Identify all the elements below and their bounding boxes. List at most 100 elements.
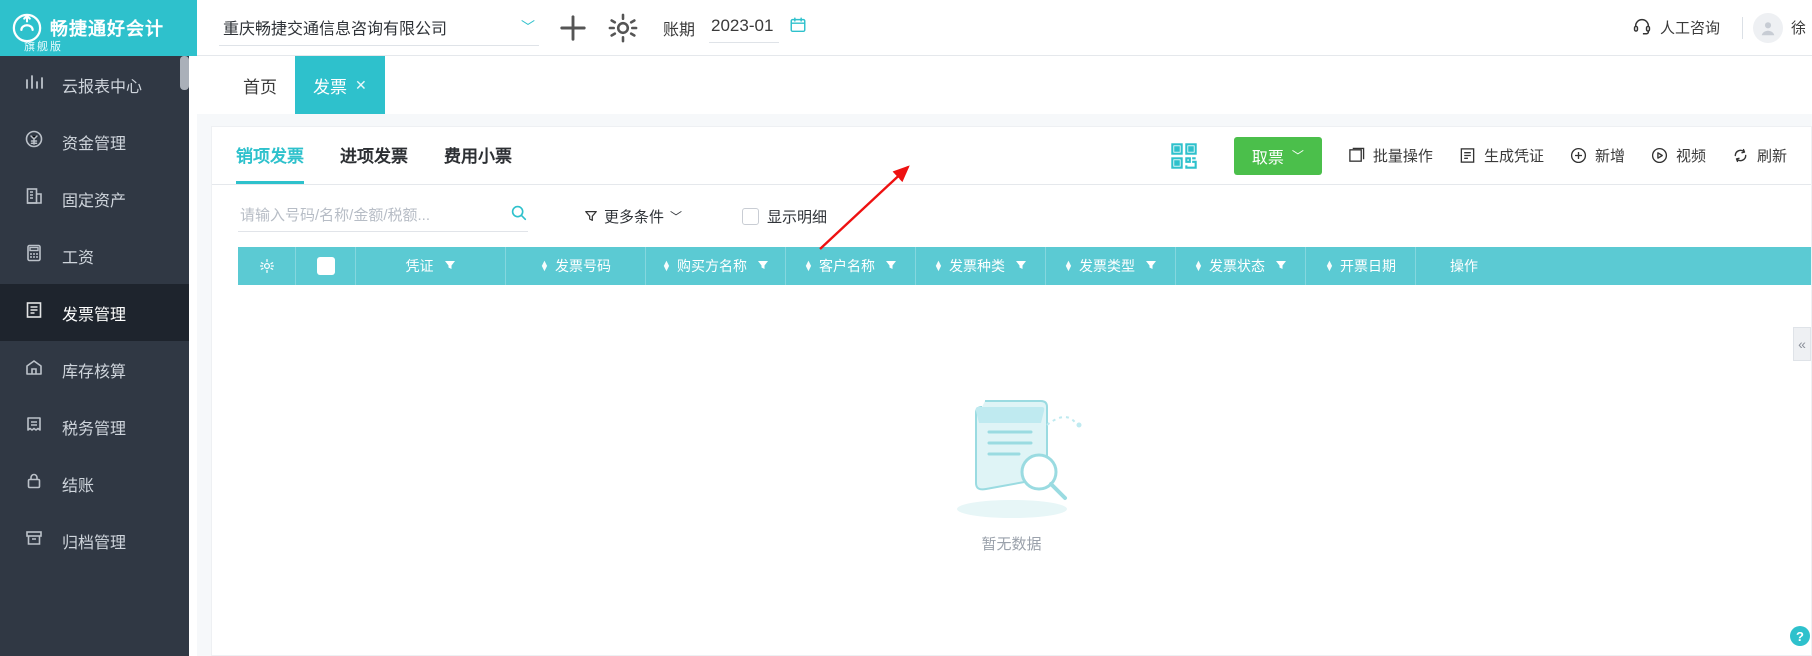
sort-icon: ▲▼ (934, 261, 943, 271)
col-inv_no[interactable]: ▲▼发票号码 (506, 247, 646, 285)
home-icon (24, 357, 44, 382)
batch-label: 批量操作 (1373, 145, 1433, 166)
lock-icon (24, 471, 44, 496)
col-customer[interactable]: ▲▼客户名称 (786, 247, 916, 285)
sidebar-item-label: 云报表中心 (62, 73, 142, 97)
close-icon[interactable]: ✕ (355, 77, 367, 94)
sidebar-item-label: 税务管理 (62, 415, 126, 439)
empty-illustration-icon (927, 377, 1097, 527)
col-date[interactable]: ▲▼ 开票日期 (1306, 247, 1416, 285)
checkbox-icon (742, 208, 759, 225)
support-label: 人工咨询 (1660, 17, 1720, 38)
more-conditions[interactable]: 更多条件 ﹀ (584, 206, 682, 227)
col-ops[interactable]: 操作 (1416, 247, 1512, 285)
tab-首页[interactable]: 首页 (225, 56, 295, 114)
video-action[interactable]: 视频 (1651, 145, 1706, 166)
sort-icon: ▲▼ (662, 261, 671, 271)
video-label: 视频 (1676, 145, 1706, 166)
company-selector[interactable]: 重庆畅捷交通信息咨询有限公司 ﹀ (219, 10, 539, 46)
tab-label: 发票 (313, 73, 347, 98)
fetch-invoice-button[interactable]: 取票 ﹀ (1234, 137, 1322, 175)
divider (1742, 17, 1743, 39)
sidebar-item-tax[interactable]: 税务管理 (0, 398, 189, 455)
sidebar-item-home[interactable]: 库存核算 (0, 341, 189, 398)
refresh-action[interactable]: 刷新 (1732, 145, 1787, 166)
filter-icon[interactable] (444, 258, 456, 274)
sort-icon: ▲▼ (804, 261, 813, 271)
show-detail-label: 显示明细 (767, 206, 827, 227)
more-label: 更多条件 (604, 206, 664, 227)
avatar-icon[interactable] (1753, 13, 1783, 43)
col-status[interactable]: ▲▼发票状态 (1176, 247, 1306, 285)
period-value[interactable]: 2023-01 (709, 12, 779, 43)
filter-icon[interactable] (1145, 258, 1157, 274)
search-icon[interactable] (510, 204, 528, 227)
sidebar-item-chart[interactable]: 云报表中心 (0, 56, 189, 113)
search-box (238, 200, 528, 232)
content: 首页 发票 ✕ 销项发票进项发票费用小票 取票 ﹀ 批量操作 (197, 56, 1812, 656)
gen-voucher-action[interactable]: 生成凭证 (1459, 145, 1544, 166)
support-link[interactable]: 人工咨询 (1632, 16, 1720, 40)
col-buyer[interactable]: ▲▼ 购买方名称 (646, 247, 786, 285)
sidebar-item-label: 库存核算 (62, 358, 126, 382)
sidebar-item-label: 工资 (62, 244, 94, 268)
col-kind[interactable]: ▲▼ 发票种类 (916, 247, 1046, 285)
col-label: 发票类型 (1079, 256, 1135, 276)
search-input[interactable] (238, 206, 510, 225)
sidebar-item-building[interactable]: 固定资产 (0, 170, 189, 227)
brand-name: 畅捷通好会计 (50, 15, 164, 41)
col-label: 购买方名称 (677, 256, 747, 276)
invoice-icon (24, 300, 44, 325)
sidebar-item-label: 资金管理 (62, 130, 126, 154)
sort-icon: ▲▼ (1064, 261, 1073, 271)
archive-icon (24, 528, 44, 553)
scrollbar-thumb[interactable] (180, 56, 189, 90)
sidebar-item-money[interactable]: 资金管理 (0, 113, 189, 170)
sort-icon: ▲▼ (540, 261, 549, 271)
sidebar-item-lock[interactable]: 结账 (0, 455, 189, 512)
sidebar-item-invoice[interactable]: 发票管理 (0, 284, 189, 341)
filter-icon[interactable] (1275, 258, 1287, 274)
sidebar-item-label: 结账 (62, 472, 94, 496)
col-label: 开票日期 (1340, 256, 1396, 276)
collapse-handle[interactable]: « (1793, 327, 1811, 361)
col-label: 发票种类 (949, 256, 1005, 276)
subtab-进项发票[interactable]: 进项发票 (340, 128, 408, 184)
subtab-销项发票[interactable]: 销项发票 (236, 128, 304, 184)
filter-icon[interactable] (1015, 258, 1027, 274)
sort-icon: ▲▼ (1194, 261, 1203, 271)
batch-action[interactable]: 批量操作 (1348, 145, 1433, 166)
gear-icon[interactable] (607, 12, 639, 44)
add-icon[interactable] (557, 12, 589, 44)
calendar-icon[interactable] (789, 16, 807, 39)
sidebar-item-calc[interactable]: 工资 (0, 227, 189, 284)
period-label: 账期 (663, 16, 695, 40)
money-icon (24, 129, 44, 154)
topbar: 畅捷通好会计 旗舰版 重庆畅捷交通信息咨询有限公司 ﹀ 账期 2023-01 人… (0, 0, 1812, 56)
subtab-费用小票[interactable]: 费用小票 (444, 128, 512, 184)
help-bubble-icon[interactable]: ? (1790, 626, 1810, 646)
page-tabs: 首页 发票 ✕ (197, 56, 1812, 114)
user-short[interactable]: 徐 (1791, 17, 1806, 38)
col-voucher[interactable]: 凭证 (356, 247, 506, 285)
filter-icon[interactable] (757, 258, 769, 274)
sort-icon: ▲▼ (1325, 261, 1334, 271)
headset-icon (1632, 16, 1652, 40)
qr-icon[interactable] (1170, 142, 1198, 170)
tab-发票[interactable]: 发票 ✕ (295, 56, 385, 114)
column-settings[interactable] (238, 247, 296, 285)
sidebar: 云报表中心资金管理固定资产工资发票管理库存核算税务管理结账归档管理 (0, 56, 189, 656)
fetch-label: 取票 (1252, 144, 1284, 168)
add-action[interactable]: 新增 (1570, 145, 1625, 166)
sidebar-item-label: 归档管理 (62, 529, 126, 553)
show-detail-checkbox[interactable]: 显示明细 (742, 206, 827, 227)
chart-icon (24, 72, 44, 97)
panel-head: 销项发票进项发票费用小票 取票 ﹀ 批量操作 生成凭证 (212, 127, 1811, 185)
calc-icon (24, 243, 44, 268)
filter-icon[interactable] (885, 258, 897, 274)
gen-voucher-label: 生成凭证 (1484, 145, 1544, 166)
col-type[interactable]: ▲▼ 发票类型 (1046, 247, 1176, 285)
sidebar-item-archive[interactable]: 归档管理 (0, 512, 189, 569)
tab-label: 首页 (243, 73, 277, 98)
select-all-checkbox[interactable] (296, 247, 356, 285)
